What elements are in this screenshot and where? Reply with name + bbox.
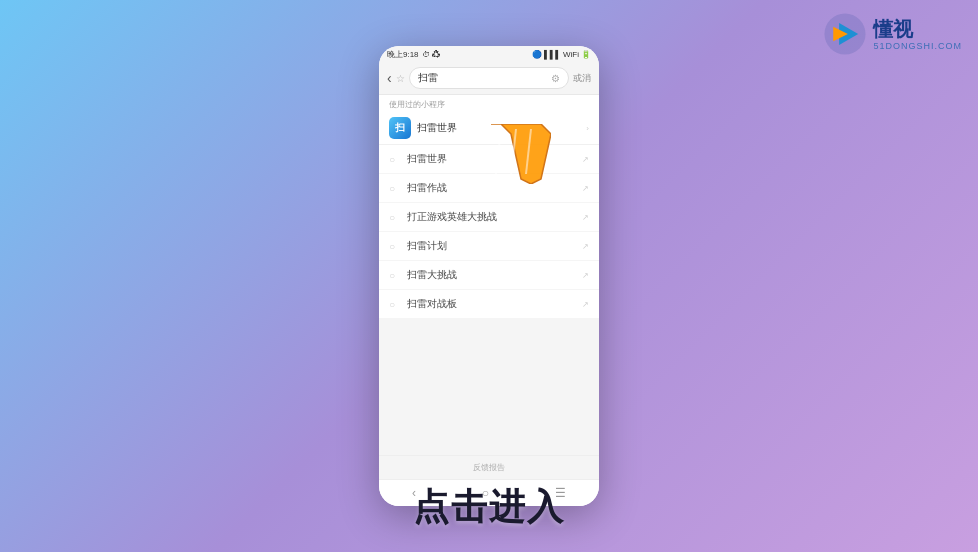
list-item[interactable]: ○ 打正游戏英雄大挑战 ↗	[379, 203, 599, 232]
gray-section	[379, 319, 599, 455]
bluetooth-icon: 🔵	[532, 50, 542, 59]
app-result-item[interactable]: 扫 扫雷世界 ›	[379, 112, 599, 145]
list-item-text: 打正游戏英雄大挑战	[407, 210, 576, 224]
search-result-icon: ○	[389, 299, 401, 310]
search-result-icon: ○	[389, 212, 401, 223]
search-results-list: ○ 扫雷世界 ↗ ○ 扫雷作战 ↗ ○ 打正游戏英雄大挑战 ↗ ○ 扫雷计划 ↗…	[379, 145, 599, 319]
list-item-text: 扫雷大挑战	[407, 268, 576, 282]
phone-frame: 晚上9:18 ⏱ ♻ 🔵 ▌▌▌ WiFi 🔋 ‹ ☆ 扫雷 ⚙ 或消 使用过的…	[379, 46, 599, 506]
search-result-icon: ○	[389, 241, 401, 252]
list-item[interactable]: ○ 扫雷世界 ↗	[379, 145, 599, 174]
search-result-icon: ○	[389, 154, 401, 165]
feedback-link[interactable]: 反馈报告	[379, 455, 599, 479]
status-time: 晚上9:18	[387, 49, 419, 60]
status-icons: ⏱ ♻	[422, 50, 440, 59]
watermark-url: 51DONGSHI.COM	[873, 41, 962, 51]
list-item[interactable]: ○ 扫雷大挑战 ↗	[379, 261, 599, 290]
watermark-brand: 懂视	[873, 18, 913, 40]
list-item[interactable]: ○ 扫雷对战板 ↗	[379, 290, 599, 319]
back-icon[interactable]: ‹	[387, 70, 392, 86]
app-icon: 扫	[389, 117, 411, 139]
search-input[interactable]: 扫雷 ⚙	[409, 67, 569, 89]
list-item-text: 扫雷世界	[407, 152, 576, 166]
watermark: 懂视 51DONGSHI.COM	[823, 12, 962, 56]
list-item-arrow-icon: ↗	[582, 213, 589, 222]
list-item-arrow-icon: ↗	[582, 300, 589, 309]
search-query-text: 扫雷	[418, 71, 438, 85]
search-bar: ‹ ☆ 扫雷 ⚙ 或消	[379, 62, 599, 95]
list-item-arrow-icon: ↗	[582, 271, 589, 280]
status-left: 晚上9:18 ⏱ ♻	[387, 49, 440, 60]
settings-icon[interactable]: ⚙	[551, 73, 560, 84]
battery-icon: 🔋	[581, 50, 591, 59]
app-result-name: 扫雷世界	[417, 121, 580, 135]
bottom-caption: 点击进入	[0, 483, 978, 532]
list-item-arrow-icon: ↗	[582, 242, 589, 251]
signal-icon: ▌▌▌	[544, 50, 561, 59]
watermark-logo-icon	[823, 12, 867, 56]
list-item-text: 扫雷计划	[407, 239, 576, 253]
list-item[interactable]: ○ 扫雷作战 ↗	[379, 174, 599, 203]
search-result-icon: ○	[389, 183, 401, 194]
list-item-arrow-icon: ↗	[582, 155, 589, 164]
recent-apps-label: 使用过的小程序	[379, 95, 599, 112]
list-item[interactable]: ○ 扫雷计划 ↗	[379, 232, 599, 261]
status-bar: 晚上9:18 ⏱ ♻ 🔵 ▌▌▌ WiFi 🔋	[379, 46, 599, 62]
search-result-icon: ○	[389, 270, 401, 281]
list-item-arrow-icon: ↗	[582, 184, 589, 193]
wifi-icon: WiFi	[563, 50, 579, 59]
list-item-text: 扫雷对战板	[407, 297, 576, 311]
list-item-text: 扫雷作战	[407, 181, 576, 195]
star-icon[interactable]: ☆	[396, 73, 405, 84]
cancel-button[interactable]: 或消	[573, 72, 591, 85]
status-right: 🔵 ▌▌▌ WiFi 🔋	[532, 50, 591, 59]
app-result-arrow-icon: ›	[586, 124, 589, 133]
